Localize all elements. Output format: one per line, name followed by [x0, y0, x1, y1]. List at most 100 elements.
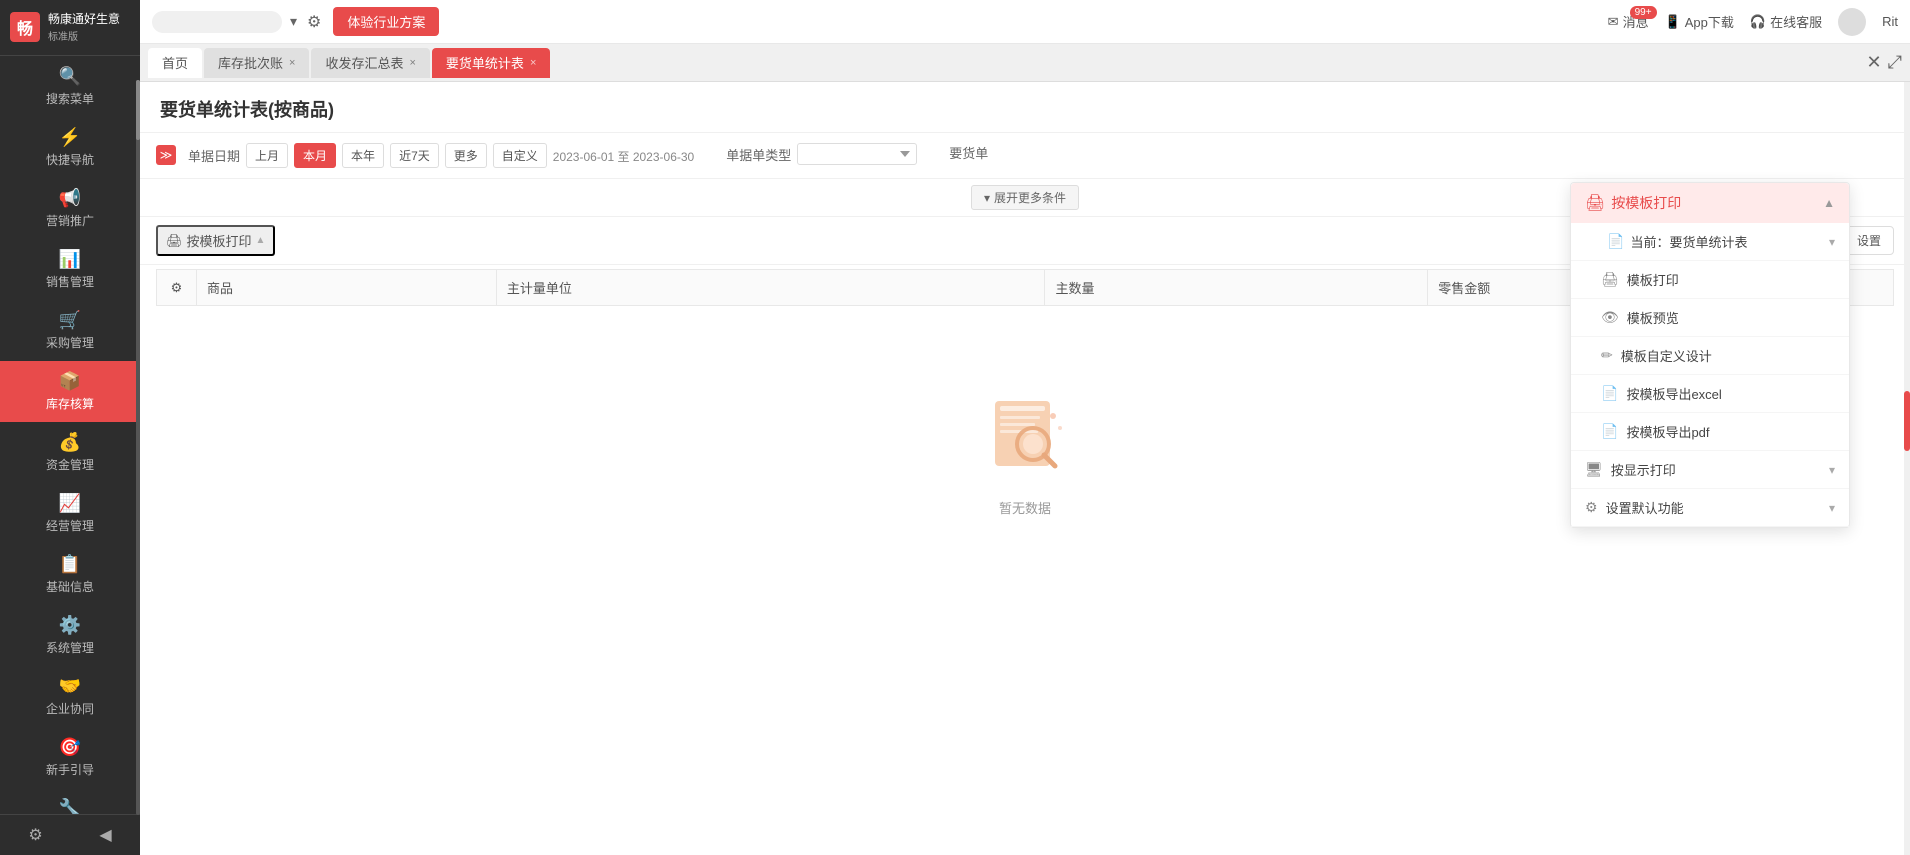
- tab-order-stats-close[interactable]: ×: [530, 57, 536, 69]
- sidebar-item-marketing[interactable]: 📢 营销推广: [0, 178, 140, 239]
- sidebar-item-basic-info[interactable]: 📋 基础信息: [0, 544, 140, 605]
- online-service-label: 在线客服: [1770, 12, 1822, 31]
- sidebar-item-operations[interactable]: 📈 经营管理: [0, 483, 140, 544]
- table-header-settings[interactable]: ⚙: [157, 270, 197, 306]
- avatar[interactable]: [1838, 8, 1866, 36]
- tab-batch-accounts[interactable]: 库存批次账 ×: [204, 48, 309, 78]
- nav-dropdown-btn[interactable]: ▾: [290, 13, 297, 30]
- settings-btn[interactable]: 设置: [1844, 226, 1894, 255]
- right-scrollbar[interactable]: [1904, 82, 1910, 855]
- sidebar-item-inventory[interactable]: 📦 库存核算: [0, 361, 140, 422]
- type-filter-label: 单据单类型: [726, 145, 791, 164]
- display-print-chevron: ▾: [1829, 463, 1835, 477]
- template-print-label: 模板打印: [1627, 270, 1679, 289]
- sidebar-item-guide[interactable]: 🎯 新手引导: [0, 727, 140, 788]
- service-icon: 🎧: [1750, 14, 1766, 30]
- dropdown-header-left: 🖨 按模板打印: [1585, 193, 1681, 213]
- search-input[interactable]: [152, 11, 282, 33]
- sidebar-item-app-center[interactable]: 🔧 应用中心: [0, 788, 140, 814]
- dropdown-current-template[interactable]: 📄 当前：要货单统计表 ▾: [1571, 223, 1849, 261]
- experience-btn[interactable]: 体验行业方案: [333, 7, 439, 36]
- current-template-icon: 📄: [1607, 233, 1624, 250]
- sidebar-item-purchase[interactable]: 🛒 采购管理: [0, 300, 140, 361]
- tab-close-all-btn[interactable]: ✕: [1867, 52, 1882, 73]
- dropdown-export-excel[interactable]: 📄 按模板导出excel: [1571, 375, 1849, 413]
- tab-collection-summary[interactable]: 收发存汇总表 ×: [311, 48, 429, 78]
- date-btn-current-year[interactable]: 本年: [342, 143, 384, 168]
- tab-collection-summary-label: 收发存汇总表: [325, 53, 403, 72]
- dropdown-template-preview[interactable]: 👁 模板预览: [1571, 299, 1849, 337]
- expand-more-icon: ▾: [984, 191, 990, 205]
- tab-batch-accounts-label: 库存批次账: [218, 53, 283, 72]
- settings-icon[interactable]: ⚙: [307, 12, 321, 32]
- page-header: 要货单统计表(按商品): [140, 82, 1910, 133]
- enterprise-icon: 🤝: [59, 676, 81, 697]
- sidebar-item-enterprise[interactable]: 🤝 企业协同: [0, 666, 140, 727]
- online-service-item[interactable]: 🎧 在线客服: [1750, 12, 1822, 31]
- page-title: 要货单统计表(按商品): [160, 100, 334, 120]
- date-btn-last-month[interactable]: 上月: [246, 143, 288, 168]
- sidebar-bottom: ⚙ ◀: [0, 814, 140, 855]
- dropdown-template-design[interactable]: ✏ 模板自定义设计: [1571, 337, 1849, 375]
- sidebar-item-label: 快捷导航: [46, 151, 94, 168]
- print-chevron-icon: ▲: [256, 235, 266, 246]
- main-content: ▾ ⚙ 体验行业方案 ✉ 消息 99+ 📱 App下载 🎧 在线客服 Rit 首…: [140, 0, 1910, 855]
- sidebar-item-finance[interactable]: 💰 资金管理: [0, 422, 140, 483]
- dropdown-set-default[interactable]: ⚙ 设置默认功能 ▾: [1571, 489, 1849, 527]
- template-preview-icon: 👁: [1601, 309, 1619, 326]
- sidebar-item-sales[interactable]: 📊 销售管理: [0, 239, 140, 300]
- display-print-icon: 🖥: [1585, 461, 1603, 478]
- tab-batch-accounts-close[interactable]: ×: [289, 57, 295, 69]
- message-icon: ✉: [1608, 14, 1619, 30]
- dropdown-template-print[interactable]: 🖨 模板打印: [1571, 261, 1849, 299]
- topbar: ▾ ⚙ 体验行业方案 ✉ 消息 99+ 📱 App下载 🎧 在线客服 Rit: [140, 0, 1910, 44]
- empty-icon: [975, 386, 1075, 486]
- finance-icon: 💰: [59, 432, 81, 453]
- export-pdf-label: 按模板导出pdf: [1626, 422, 1709, 441]
- dropdown-display-print[interactable]: 🖥 按显示打印 ▾: [1571, 451, 1849, 489]
- app-icon: 📱: [1665, 14, 1681, 30]
- guide-icon: 🎯: [59, 737, 81, 758]
- sidebar-item-quick-nav[interactable]: ⚡ 快捷导航: [0, 117, 140, 178]
- volume-bottom-icon[interactable]: ◀: [99, 825, 111, 845]
- date-btn-current-month[interactable]: 本月: [294, 143, 336, 168]
- date-btn-custom[interactable]: 自定义: [493, 143, 547, 168]
- messages-badge: 99+: [1630, 6, 1657, 19]
- template-print-btn[interactable]: 🖨 按模板打印 ▲: [156, 225, 275, 256]
- dropdown-export-pdf[interactable]: 📄 按模板导出pdf: [1571, 413, 1849, 451]
- type-filter-select[interactable]: [797, 143, 917, 165]
- filter-bar: ≫ 单据日期 上月 本月 本年 近7天 更多 自定义 2023-06-01 至 …: [140, 133, 1910, 179]
- date-filter-label: 单据日期: [188, 146, 240, 165]
- current-template-label: 当前：要货单统计表: [1630, 232, 1747, 251]
- tab-collection-summary-close[interactable]: ×: [409, 57, 415, 69]
- tabbar-end: ✕ ⤢: [1867, 52, 1903, 73]
- filter-expand-icon[interactable]: ≫: [156, 145, 176, 165]
- sidebar: 畅 畅康通好生意 标准版 🔍 搜索菜单 ⚡ 快捷导航 📢 营销推广 📊 销售管理…: [0, 0, 140, 855]
- settings-bottom-icon[interactable]: ⚙: [28, 825, 42, 845]
- table-header-quantity: 主数量: [1045, 270, 1428, 306]
- empty-text: 暂无数据: [999, 498, 1051, 517]
- table-settings-icon[interactable]: ⚙: [171, 280, 183, 295]
- app-download-item[interactable]: 📱 App下载: [1665, 12, 1734, 31]
- print-btn-group: 🖨 按模板打印 ▲: [156, 225, 275, 256]
- sidebar-item-label: 营销推广: [46, 212, 94, 229]
- dropdown-chevron[interactable]: ▲: [1823, 196, 1835, 210]
- tab-maximize-btn[interactable]: ⤢: [1888, 52, 1902, 73]
- sidebar-item-system[interactable]: ⚙️ 系统管理: [0, 605, 140, 666]
- tab-order-stats-label: 要货单统计表: [446, 53, 524, 72]
- expand-more-btn[interactable]: ▾ 展开更多条件: [971, 185, 1079, 210]
- tab-home[interactable]: 首页: [148, 48, 202, 78]
- quick-nav-icon: ⚡: [59, 127, 81, 148]
- messages-item[interactable]: ✉ 消息 99+: [1608, 12, 1649, 31]
- template-print-dropdown: 🖨 按模板打印 ▲ 📄 当前：要货单统计表 ▾ 🖨 模板打印 👁: [1570, 182, 1850, 528]
- dropdown-print-icon: 🖨: [1585, 193, 1605, 213]
- marketing-icon: 📢: [59, 188, 81, 209]
- dropdown-header[interactable]: 🖨 按模板打印 ▲: [1571, 183, 1849, 223]
- template-design-icon: ✏: [1601, 347, 1613, 364]
- sidebar-item-label: 经营管理: [46, 517, 94, 534]
- username: Rit: [1882, 14, 1898, 29]
- date-btn-more[interactable]: 更多: [445, 143, 487, 168]
- sidebar-item-search[interactable]: 🔍 搜索菜单: [0, 56, 140, 117]
- tab-order-stats[interactable]: 要货单统计表 ×: [432, 48, 550, 78]
- date-btn-7days[interactable]: 近7天: [390, 143, 439, 168]
